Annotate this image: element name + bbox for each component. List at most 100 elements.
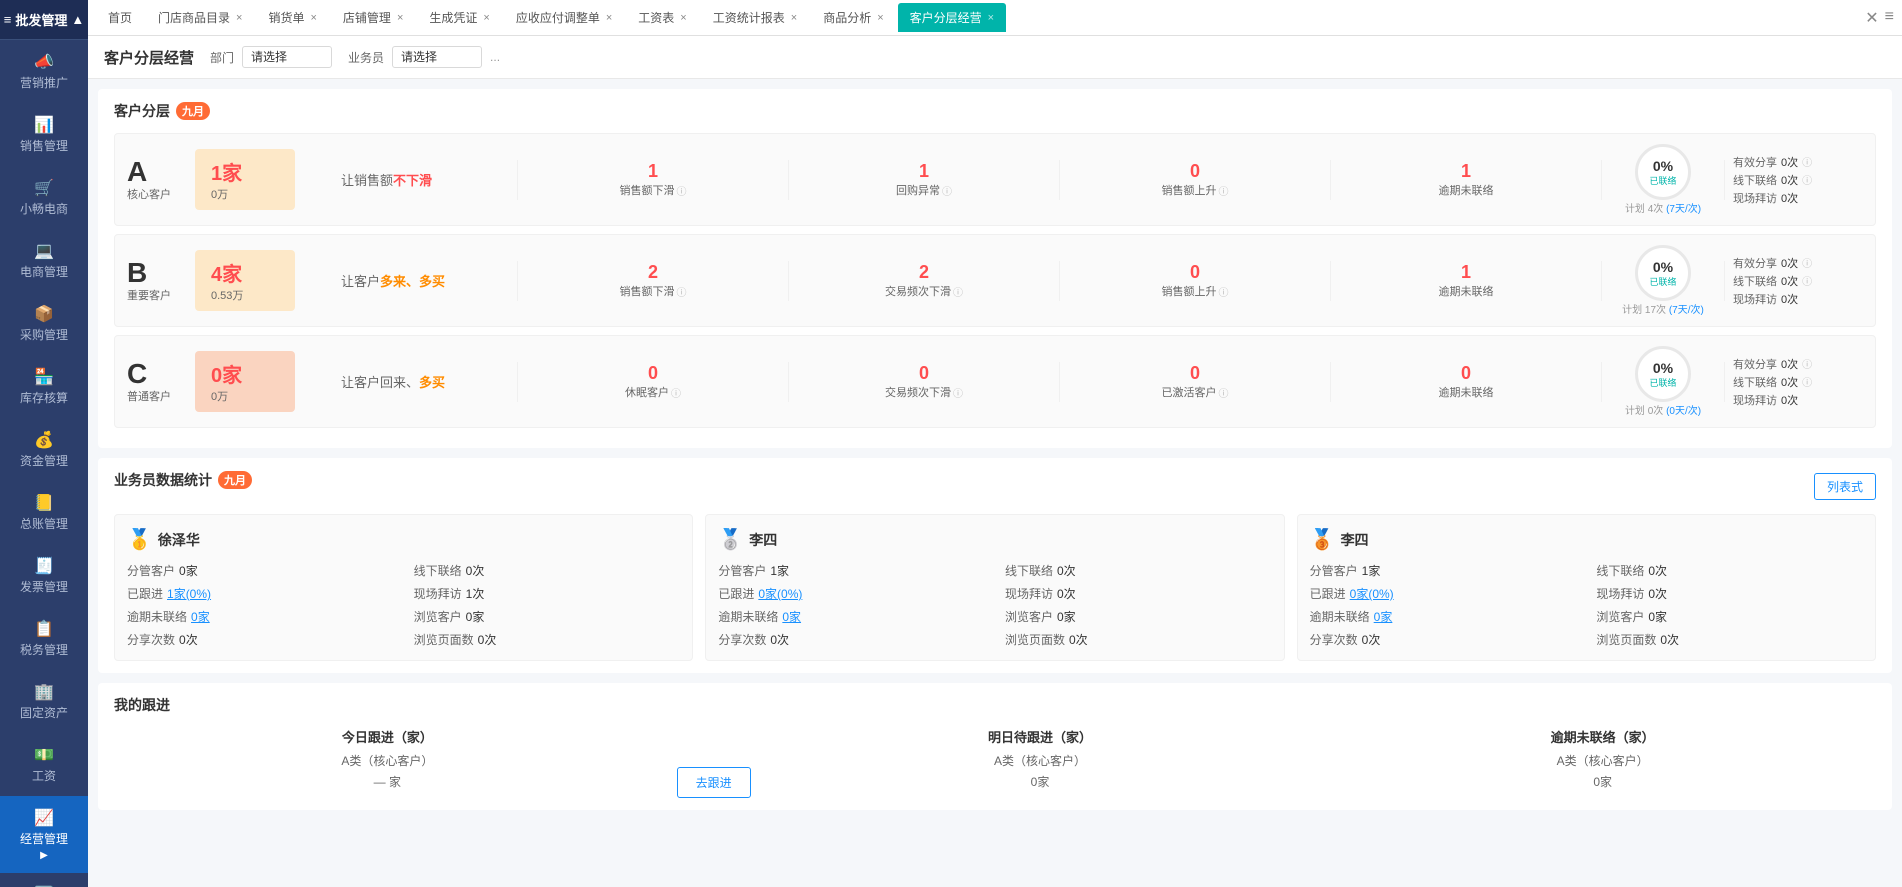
tab-close-shop-products[interactable]: × [236, 12, 242, 24]
tab-close-ar-ap[interactable]: × [606, 12, 612, 24]
main-area: 首页 门店商品目录 × 销货单 × 店铺管理 × 生成凭证 × 应收应付调整单 … [88, 0, 1902, 887]
staff-filter: 业务员 请选择 ... [348, 46, 500, 68]
tab-close-salary[interactable]: × [680, 12, 686, 24]
gudingzichan-icon: 🏢 [0, 682, 88, 702]
tab-close-sales[interactable]: × [310, 12, 316, 24]
staff-2-stat-2[interactable]: 已跟进 0家(0%) [1310, 585, 1577, 602]
list-view-button[interactable]: 列表式 [1814, 473, 1876, 500]
tier-a-count[interactable]: 1家 0万 [195, 149, 325, 210]
tab-bar: 首页 门店商品目录 × 销货单 × 店铺管理 × 生成凭证 × 应收应付调整单 … [88, 0, 1902, 36]
divider [1601, 160, 1602, 200]
sidebar-item-shuiwu[interactable]: 📋 税务管理 [0, 607, 88, 670]
tab-customer-tier[interactable]: 客户分层经营 × [898, 3, 1006, 32]
tab-voucher[interactable]: 生成凭证 × [417, 3, 501, 32]
staff-2-stat-4[interactable]: 逾期未联络 0家 [1310, 608, 1577, 625]
tier-b-count[interactable]: 4家 0.53万 [195, 250, 325, 311]
staff-name-1: 李四 [749, 530, 777, 550]
gongzi-icon: 💵 [0, 745, 88, 765]
divider [1724, 362, 1725, 402]
tier-b-right-stats: 有效分享 0次 ⓘ 线下联络 0次 ⓘ 现场拜访 0次 [1733, 255, 1863, 307]
staff-select[interactable]: 请选择 [392, 46, 482, 68]
tier-c-count[interactable]: 0家 0万 [195, 351, 325, 412]
tab-sales-order[interactable]: 销货单 × [256, 3, 328, 32]
tier-c-stat3[interactable]: 0 已激活客户 ⓘ [1068, 363, 1322, 401]
tier-b-stat4[interactable]: 1 逾期未联络 [1339, 262, 1593, 300]
ecshop-icon: 💻 [0, 241, 88, 261]
tier-b-stat3[interactable]: 0 销售额上升 ⓘ [1068, 262, 1322, 300]
sidebar-item-gongzi[interactable]: 💵 工资 [0, 733, 88, 796]
divider [517, 160, 518, 200]
sidebar-item-gudingzichan[interactable]: 🏢 固定资产 [0, 670, 88, 733]
zijin-icon: 💰 [0, 430, 88, 450]
tier-c-stat4[interactable]: 0 逾期未联络 [1339, 363, 1593, 401]
tab-ar-ap[interactable]: 应收应付调整单 × [504, 3, 624, 32]
tab-close-voucher[interactable]: × [483, 12, 489, 24]
tier-c-stat2[interactable]: 0 交易频次下滑 ⓘ [797, 363, 1051, 401]
goto-btn-col: 去跟进 [677, 727, 751, 798]
staff-0-stat-2[interactable]: 已跟进 1家(0%) [127, 585, 394, 602]
page-header: 客户分层经营 部门 请选择 业务员 请选择 ... [88, 36, 1902, 79]
tab-action-more[interactable]: ≡ [1885, 8, 1894, 28]
tier-b-slogan: 让客户多来、多买 [341, 271, 501, 290]
xiaoshou-icon: 📊 [0, 115, 88, 135]
staff-grid: 🥇 徐泽华 分管客户 0家 线下联络 0次 已跟进 [114, 514, 1876, 661]
filter-dots[interactable]: ... [490, 50, 500, 64]
divider [788, 160, 789, 200]
tab-close-customer[interactable]: × [988, 12, 994, 24]
sidebar-item-xiaoshou[interactable]: 📊 销售管理 [0, 103, 88, 166]
sidebar-header[interactable]: ≡ 批发管理 ▲ [0, 0, 88, 40]
staff-label: 业务员 [348, 49, 384, 66]
sidebar-item-ecshop[interactable]: 💻 电商管理 [0, 229, 88, 292]
staff-0-stat-6: 分享次数 0次 [127, 631, 394, 648]
tab-home[interactable]: 首页 [96, 3, 144, 32]
sidebar-item-jingying[interactable]: 📈 经营管理 ▶ [0, 796, 88, 873]
sidebar-item-caigou[interactable]: 📦 采购管理 [0, 292, 88, 355]
goto-followup-button[interactable]: 去跟进 [677, 767, 751, 798]
tab-salary-report[interactable]: 工资统计报表 × [701, 3, 809, 32]
jingying-icon: 📈 [0, 808, 88, 828]
staff-0-stat-3: 现场拜访 1次 [414, 585, 681, 602]
business-stats-header: 业务员数据统计 九月 列表式 [114, 470, 1876, 502]
dept-select[interactable]: 请选择 [242, 46, 332, 68]
sidebar-item-yingxiao[interactable]: 📣 营销推广 [0, 40, 88, 103]
staff-1-stat-4[interactable]: 逾期未联络 0家 [718, 608, 985, 625]
sidebar-item-fapiao[interactable]: 🧾 发票管理 [0, 544, 88, 607]
zhangmu-icon: 📒 [0, 493, 88, 513]
staff-name-0: 徐泽华 [158, 530, 200, 550]
staff-1-stat-7: 浏览页面数 0次 [1005, 631, 1272, 648]
staff-0-stat-4[interactable]: 逾期未联络 0家 [127, 608, 394, 625]
divider [1724, 160, 1725, 200]
dept-label: 部门 [210, 49, 234, 66]
tier-row-a: A 核心客户 1家 0万 让销售额不下滑 1 销售额下滑 [114, 133, 1876, 226]
sidebar-item-dianshang[interactable]: 🛒 小畅电商 [0, 166, 88, 229]
page-title: 客户分层经营 [104, 47, 194, 68]
tab-action-close[interactable]: ✕ [1865, 8, 1878, 28]
staff-2-stat-6: 分享次数 0次 [1310, 631, 1577, 648]
staff-2-stat-0: 分管客户 1家 [1310, 562, 1577, 579]
staff-1-stat-2[interactable]: 已跟进 0家(0%) [718, 585, 985, 602]
divider [517, 362, 518, 402]
tab-store-mgmt[interactable]: 店铺管理 × [331, 3, 415, 32]
staff-name-2: 李四 [1341, 530, 1369, 550]
staff-0-stat-0: 分管客户 0家 [127, 562, 394, 579]
tab-product-analysis[interactable]: 商品分析 × [811, 3, 895, 32]
tab-close-store[interactable]: × [397, 12, 403, 24]
tab-shop-products[interactable]: 门店商品目录 × [146, 3, 254, 32]
divider [517, 261, 518, 301]
tier-b-stat2[interactable]: 2 交易频次下滑 ⓘ [797, 262, 1051, 300]
tab-close-product[interactable]: × [877, 12, 883, 24]
caigou-icon: 📦 [0, 304, 88, 324]
tier-a-stat3[interactable]: 0 销售额上升 ⓘ [1068, 161, 1322, 199]
tier-c-stat1[interactable]: 0 休眠客户 ⓘ [526, 363, 780, 401]
tier-b-stat1[interactable]: 2 销售额下滑 ⓘ [526, 262, 780, 300]
sidebar-item-kucun[interactable]: 🏪 库存核算 [0, 355, 88, 418]
tab-close-salary-report[interactable]: × [791, 12, 797, 24]
staff-1-stat-1: 线下联络 0次 [1005, 562, 1272, 579]
sidebar-item-zhangmu[interactable]: 📒 总账管理 [0, 481, 88, 544]
tier-a-stat4[interactable]: 1 逾期未联络 [1339, 161, 1593, 199]
tier-a-stat1[interactable]: 1 销售额下滑 ⓘ [526, 161, 780, 199]
tier-a-stat2[interactable]: 1 回购异常 ⓘ [797, 161, 1051, 199]
sidebar-item-jichu[interactable]: ℹ️ 基础信息 [0, 873, 88, 887]
tab-salary[interactable]: 工资表 × [626, 3, 698, 32]
sidebar-item-zijin[interactable]: 💰 资金管理 [0, 418, 88, 481]
